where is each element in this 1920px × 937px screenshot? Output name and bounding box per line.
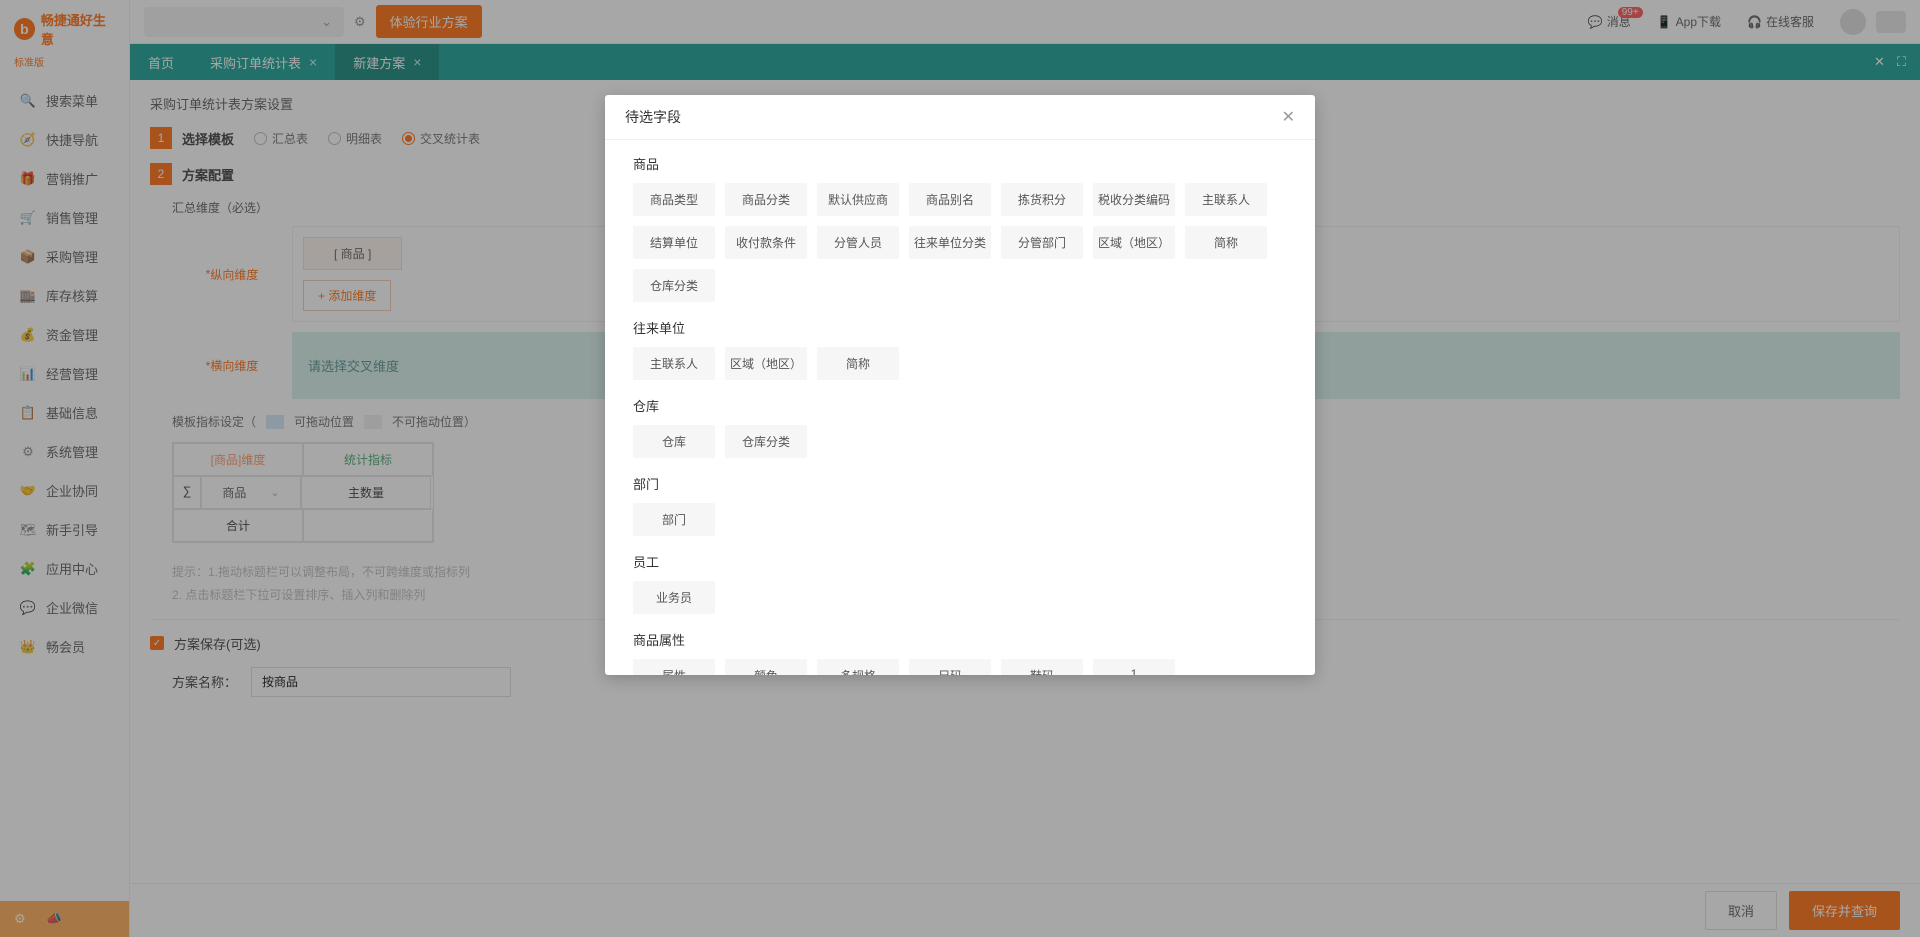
field-chip[interactable]: 仓库分类 xyxy=(633,269,715,302)
field-chip[interactable]: 商品别名 xyxy=(909,183,991,216)
field-chip[interactable]: 分管人员 xyxy=(817,226,899,259)
field-chip[interactable]: 多规格 xyxy=(817,659,899,675)
field-chip[interactable]: 仓库 xyxy=(633,425,715,458)
field-group-5: 商品属性属性颜色多规格尺码鞋码 1 xyxy=(633,630,1287,675)
field-chip[interactable]: 默认供应商 xyxy=(817,183,899,216)
field-group-4: 员工业务员 xyxy=(633,552,1287,614)
field-chip[interactable]: 商品分类 xyxy=(725,183,807,216)
field-group-1: 往来单位主联系人区域（地区） 简称 xyxy=(633,318,1287,380)
field-chip[interactable]: 仓库分类 xyxy=(725,425,807,458)
field-chip[interactable]: 1 xyxy=(1093,659,1175,675)
field-chip[interactable]: 税收分类编码 xyxy=(1093,183,1175,216)
field-group-title: 仓库 xyxy=(633,396,1287,415)
field-chip[interactable]: 往来单位分类 xyxy=(909,226,991,259)
modal-close-button[interactable]: ✕ xyxy=(1282,107,1295,127)
field-chip[interactable]: 收付款条件 xyxy=(725,226,807,259)
field-group-title: 往来单位 xyxy=(633,318,1287,337)
field-chip[interactable]: 部门 xyxy=(633,503,715,536)
field-chip[interactable]: 主联系人 xyxy=(1185,183,1267,216)
field-chip[interactable]: 业务员 xyxy=(633,581,715,614)
field-selector-modal: 待选字段 ✕ 商品商品类型商品分类默认供应商商品别名拣货积分税收分类编码主联系人… xyxy=(605,95,1315,675)
field-group-2: 仓库仓库仓库分类 xyxy=(633,396,1287,458)
field-chip[interactable]: 简称 xyxy=(817,347,899,380)
field-chip[interactable]: 区域（地区） xyxy=(1093,226,1175,259)
modal-body: 商品商品类型商品分类默认供应商商品别名拣货积分税收分类编码主联系人结算单位收付款… xyxy=(605,140,1315,675)
field-chip[interactable]: 商品类型 xyxy=(633,183,715,216)
field-chip[interactable]: 属性 xyxy=(633,659,715,675)
field-chip[interactable]: 颜色 xyxy=(725,659,807,675)
field-chip[interactable]: 简称 xyxy=(1185,226,1267,259)
field-group-3: 部门部门 xyxy=(633,474,1287,536)
field-group-title: 部门 xyxy=(633,474,1287,493)
field-chip[interactable]: 拣货积分 xyxy=(1001,183,1083,216)
field-chip[interactable]: 分管部门 xyxy=(1001,226,1083,259)
field-chip[interactable]: 结算单位 xyxy=(633,226,715,259)
modal-title: 待选字段 xyxy=(625,107,681,127)
field-group-0: 商品商品类型商品分类默认供应商商品别名拣货积分税收分类编码主联系人结算单位收付款… xyxy=(633,154,1287,302)
field-group-title: 商品 xyxy=(633,154,1287,173)
field-chip[interactable]: 鞋码 xyxy=(1001,659,1083,675)
field-chip[interactable]: 主联系人 xyxy=(633,347,715,380)
field-chip[interactable]: 尺码 xyxy=(909,659,991,675)
field-group-title: 商品属性 xyxy=(633,630,1287,649)
modal-overlay[interactable]: 待选字段 ✕ 商品商品类型商品分类默认供应商商品别名拣货积分税收分类编码主联系人… xyxy=(0,0,1920,937)
field-group-title: 员工 xyxy=(633,552,1287,571)
field-chip[interactable]: 区域（地区） xyxy=(725,347,807,380)
